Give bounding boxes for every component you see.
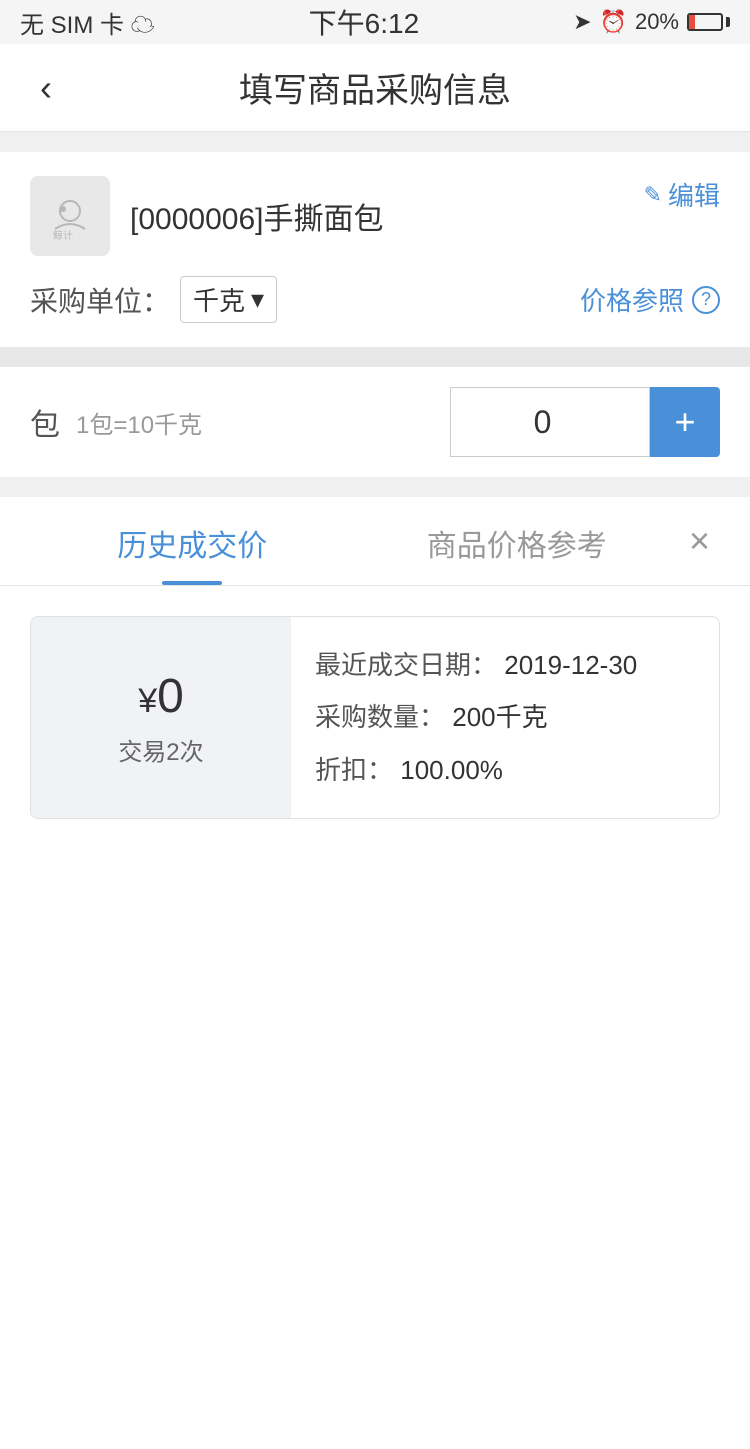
- chevron-down-icon: ▾: [251, 284, 264, 315]
- battery-indicator: [687, 13, 730, 31]
- price-ref-label: 价格参照: [580, 281, 684, 318]
- product-name: [0000006]手撕面包: [130, 194, 383, 238]
- section-divider: [0, 347, 750, 367]
- currency-symbol: ¥: [138, 682, 157, 720]
- package-conversion: 1包=10千克: [76, 405, 202, 440]
- recent-date-row: 最近成交日期： 2019-12-30: [315, 647, 695, 683]
- price-number: 0: [157, 670, 184, 723]
- status-bar: 无 SIM 卡 ☁ 下午6:12 ➤ ⏰ 20%: [0, 0, 750, 44]
- edit-button[interactable]: ✎ 编辑: [644, 176, 720, 213]
- package-icon: 包: [30, 400, 60, 444]
- quantity-control: +: [450, 387, 720, 457]
- status-left: 无 SIM 卡 ☁: [20, 5, 155, 40]
- product-bottom: 采购单位： 千克 ▾ 价格参照 ?: [30, 276, 720, 323]
- purchase-qty-row: 采购数量： 200千克: [315, 699, 695, 735]
- history-details-section: 最近成交日期： 2019-12-30 采购数量： 200千克 折扣： 100.0…: [291, 617, 719, 818]
- svg-text:鲸计: 鲸计: [53, 229, 73, 241]
- history-price-value: ¥0: [138, 669, 184, 724]
- recent-date-label: 最近成交日期：: [315, 650, 497, 680]
- back-button[interactable]: ‹: [30, 57, 62, 119]
- page-bottom: [0, 849, 750, 1449]
- product-card: 鲸计 [0000006]手撕面包 ✎ 编辑 采购单位： 千克 ▾ 价格参照 ?: [0, 152, 750, 347]
- discount-row: 折扣： 100.00%: [315, 752, 695, 788]
- status-time: 下午6:12: [309, 2, 420, 42]
- help-icon: ?: [692, 286, 720, 314]
- unit-text: 采购单位：: [30, 280, 170, 320]
- tab-close-button[interactable]: ×: [679, 513, 720, 569]
- unit-select[interactable]: 千克 ▾: [180, 276, 277, 323]
- history-card: ¥0 交易2次 最近成交日期： 2019-12-30 采购数量： 200千克 折…: [30, 616, 720, 819]
- quantity-label: 包 1包=10千克: [30, 400, 202, 444]
- tab-history-price[interactable]: 历史成交价: [30, 497, 354, 585]
- price-ref-button[interactable]: 价格参照 ?: [580, 281, 720, 318]
- quantity-row: 包 1包=10千克 +: [0, 367, 750, 477]
- product-left: 鲸计 [0000006]手撕面包: [30, 176, 383, 256]
- product-thumbnail: 鲸计: [30, 176, 110, 256]
- edit-label: 编辑: [668, 176, 720, 213]
- battery-percent: 20%: [635, 9, 679, 35]
- purchase-qty-value: 200千克: [452, 702, 547, 732]
- edit-icon: ✎: [644, 182, 662, 208]
- tabs-header: 历史成交价 商品价格参考 ×: [0, 497, 750, 586]
- status-right: ➤ ⏰ 20%: [573, 9, 730, 35]
- quantity-plus-button[interactable]: +: [650, 387, 720, 457]
- product-top: 鲸计 [0000006]手撕面包 ✎ 编辑: [30, 176, 720, 256]
- page-title: 填写商品采购信息: [239, 63, 511, 112]
- discount-label: 折扣：: [315, 755, 393, 785]
- trade-count: 交易2次: [118, 732, 203, 767]
- tab-product-price-ref[interactable]: 商品价格参考: [354, 497, 678, 585]
- history-price-section: ¥0 交易2次: [31, 617, 291, 818]
- tabs-panel: 历史成交价 商品价格参考 × ¥0 交易2次 最近成交日期： 2019-12-3…: [0, 497, 750, 849]
- unit-value: 千克: [193, 281, 245, 318]
- recent-date-value: 2019-12-30: [504, 650, 637, 680]
- signal-text: 无 SIM 卡 ☁: [20, 5, 155, 40]
- quantity-input[interactable]: [450, 387, 650, 457]
- nav-bar: ‹ 填写商品采购信息: [0, 44, 750, 132]
- location-icon: ➤: [573, 9, 591, 35]
- alarm-icon: ⏰: [600, 9, 627, 35]
- discount-value: 100.00%: [400, 755, 503, 785]
- tab-content: ¥0 交易2次 最近成交日期： 2019-12-30 采购数量： 200千克 折…: [0, 586, 750, 849]
- unit-label: 采购单位： 千克 ▾: [30, 276, 277, 323]
- purchase-qty-label: 采购数量：: [315, 702, 445, 732]
